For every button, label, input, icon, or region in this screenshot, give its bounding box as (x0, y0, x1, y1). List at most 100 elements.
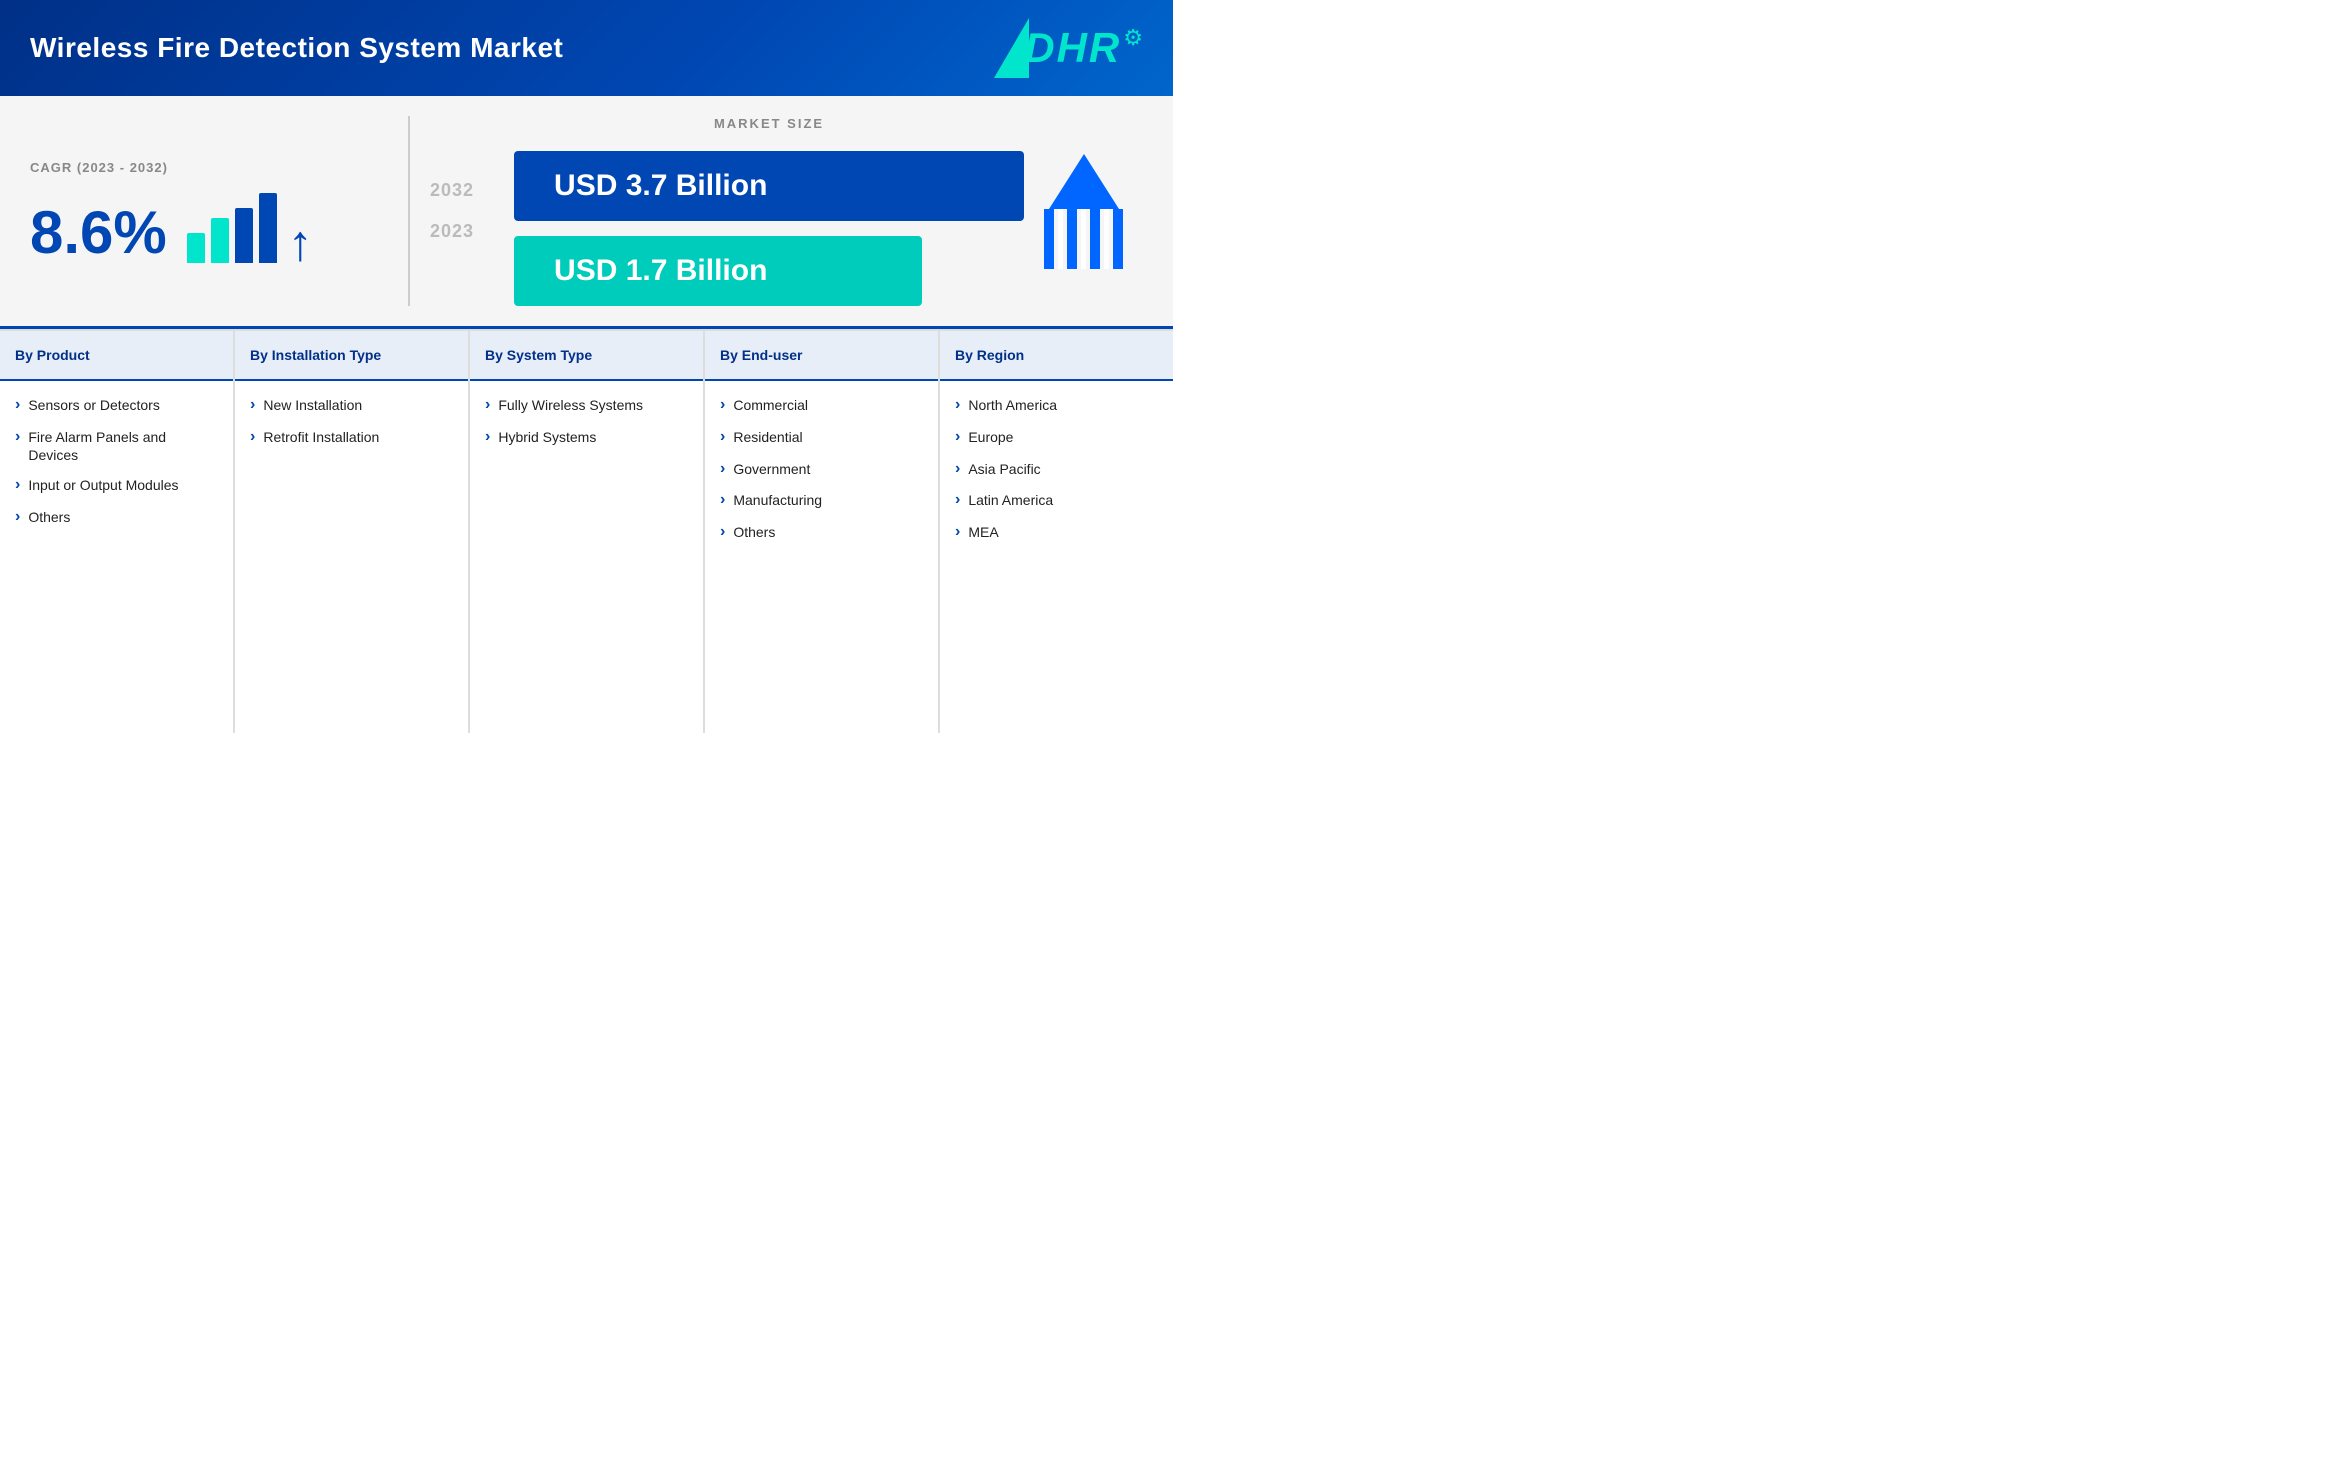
list-item-label: Fully Wireless Systems (498, 396, 643, 414)
list-item-label: Input or Output Modules (28, 476, 178, 494)
column-0: By Product › Sensors or Detectors ›Fire Ala… (0, 331, 235, 733)
year-base: 2023 (430, 221, 474, 242)
list-item-arrow-icon: › (720, 522, 725, 543)
list-item: › Latin America (955, 491, 1158, 511)
logo-area: DHR ⚙ (994, 18, 1143, 78)
list-item: › Manufacturing (720, 491, 923, 511)
col-items-1: › New Installation › Retrofit Installation (235, 381, 468, 733)
list-item: ›Fire Alarm Panels and Devices (15, 428, 218, 464)
list-item-label: Sensors or Detectors (28, 396, 160, 414)
col-header-0: By Product (0, 331, 233, 381)
list-item-arrow-icon: › (720, 459, 725, 480)
list-item-label: Europe (968, 428, 1013, 446)
list-item-arrow-icon: › (15, 395, 20, 416)
list-item-arrow-icon: › (955, 490, 960, 511)
list-item-arrow-icon: › (955, 427, 960, 448)
bar-4 (259, 193, 277, 263)
list-item-arrow-icon: › (15, 427, 20, 448)
list-item-arrow-icon: › (250, 427, 255, 448)
list-item: › Residential (720, 428, 923, 448)
col-header-1: By Installation Type (235, 331, 468, 381)
list-item: › Asia Pacific (955, 460, 1158, 480)
list-item: › Sensors or Detectors (15, 396, 218, 416)
list-item-label: New Installation (263, 396, 362, 414)
list-item-arrow-icon: › (15, 507, 20, 528)
list-item-label: Asia Pacific (968, 460, 1040, 478)
big-arrow-up-icon (1044, 154, 1123, 269)
column-2: By System Type ›Fully Wireless Systems › Hy… (470, 331, 705, 733)
list-item: › Retrofit Installation (250, 428, 453, 448)
bar-1 (187, 233, 205, 263)
col-header-3: By End-user (705, 331, 938, 381)
list-item: › New Installation (250, 396, 453, 416)
arrow-triangle-icon (1049, 154, 1119, 209)
list-item-arrow-icon: › (250, 395, 255, 416)
list-item-label: Others (28, 508, 70, 526)
header-section: Wireless Fire Detection System Market DH… (0, 0, 1173, 96)
cagr-main: 8.6% ↑ (30, 183, 378, 263)
cagr-label: CAGR (2023 - 2032) (30, 160, 378, 175)
stripe-gap-3 (1104, 209, 1109, 269)
col-header-4: By Region (940, 331, 1173, 381)
gear-icon: ⚙ (1123, 25, 1143, 51)
list-item-label: Others (733, 523, 775, 541)
dhr-logo: DHR ⚙ (994, 18, 1143, 78)
list-item-arrow-icon: › (955, 459, 960, 480)
logo-text: DHR (1024, 24, 1121, 72)
page-title: Wireless Fire Detection System Market (30, 32, 563, 64)
bar-3 (235, 208, 253, 263)
list-item: › Europe (955, 428, 1158, 448)
list-item-label: Latin America (968, 491, 1053, 509)
stripe-2 (1067, 209, 1077, 269)
column-1: By Installation Type › New Installation › Re… (235, 331, 470, 733)
list-item: › Government (720, 460, 923, 480)
list-item-arrow-icon: › (955, 522, 960, 543)
list-item: ›Commercial (720, 396, 923, 416)
market-base-value: USD 1.7 Billion (514, 236, 922, 306)
col-items-2: ›Fully Wireless Systems › Hybrid Systems (470, 381, 703, 733)
list-item-arrow-icon: › (720, 490, 725, 511)
stripe-gap-1 (1058, 209, 1063, 269)
years-section: 2032 2023 (410, 116, 474, 306)
list-item: › Input or Output Modules (15, 476, 218, 496)
list-item: › Others (720, 523, 923, 543)
col-items-3: ›Commercial›Residential›Government›Manuf… (705, 381, 938, 733)
cagr-value: 8.6% (30, 203, 167, 263)
list-item-label: Government (733, 460, 810, 478)
list-item-arrow-icon: › (955, 395, 960, 416)
list-item-label: MEA (968, 523, 998, 541)
main-container: Wireless Fire Detection System Market DH… (0, 0, 1173, 733)
list-item-arrow-icon: › (485, 427, 490, 448)
list-item: › MEA (955, 523, 1158, 543)
list-item-label: Manufacturing (733, 491, 822, 509)
arrow-body-icon (1044, 209, 1123, 269)
list-item-arrow-icon: › (720, 427, 725, 448)
list-item: ›Fully Wireless Systems (485, 396, 688, 416)
year-future: 2032 (430, 180, 474, 201)
table-section: By Product › Sensors or Detectors ›Fire Ala… (0, 329, 1173, 733)
list-item: › Hybrid Systems (485, 428, 688, 448)
col-items-0: › Sensors or Detectors ›Fire Alarm Panels … (0, 381, 233, 733)
bar-2 (211, 218, 229, 263)
stripe-1 (1044, 209, 1054, 269)
col-header-2: By System Type (470, 331, 703, 381)
market-size-section: MARKET SIZE USD 3.7 Billion USD 1.7 Bill… (474, 116, 1024, 306)
big-arrow-section (1024, 116, 1143, 306)
list-item: › North America (955, 396, 1158, 416)
chart-arrow-icon: ↑ (288, 218, 313, 268)
list-item-label: Hybrid Systems (498, 428, 596, 446)
cagr-section: CAGR (2023 - 2032) 8.6% ↑ (30, 116, 410, 306)
col-items-4: › North America › Europe › Asia Pacific › Latin… (940, 381, 1173, 733)
list-item: › Others (15, 508, 218, 528)
stripe-3 (1090, 209, 1100, 269)
market-future-value: USD 3.7 Billion (514, 151, 1024, 221)
list-item-label: Residential (733, 428, 802, 446)
list-item-label: Retrofit Installation (263, 428, 379, 446)
mini-bar-chart: ↑ (187, 183, 313, 263)
list-item-label: North America (968, 396, 1057, 414)
list-item-arrow-icon: › (15, 475, 20, 496)
column-4: By Region › North America › Europe › Asia Paci… (940, 331, 1173, 733)
list-item-arrow-icon: › (720, 395, 725, 416)
stripe-gap-2 (1081, 209, 1086, 269)
column-3: By End-user›Commercial›Residential›Gover… (705, 331, 940, 733)
